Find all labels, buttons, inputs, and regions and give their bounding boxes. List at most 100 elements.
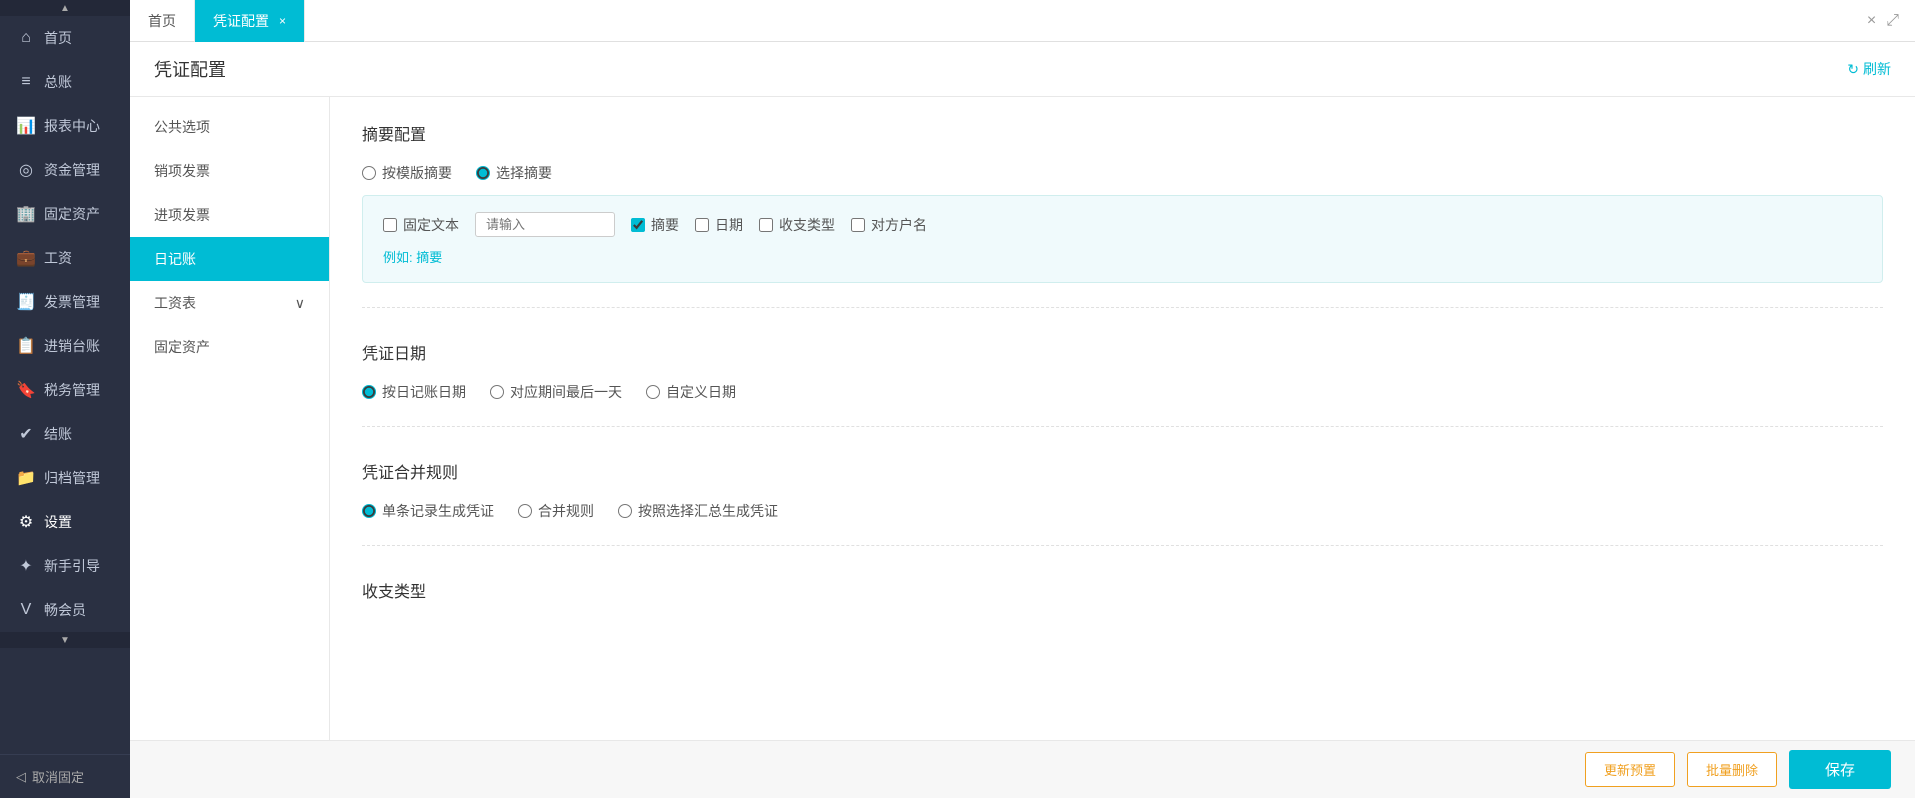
home-icon: ⌂ [16, 29, 36, 47]
merge-rule-input[interactable] [518, 504, 532, 518]
payroll-icon: 💼 [16, 248, 36, 268]
sidebar-item-ledger[interactable]: ≡ 总账 [0, 60, 130, 104]
select-total-input[interactable] [618, 504, 632, 518]
settings-icon: ⚙ [16, 512, 36, 532]
date-radio-custom[interactable]: 自定义日期 [646, 382, 736, 402]
custom-date-input[interactable] [646, 385, 660, 399]
merge-rule-radio-group: 单条记录生成凭证 合并规则 按照选择汇总生成凭证 [362, 501, 1883, 521]
sidebar-item-funds[interactable]: ◎ 资金管理 [0, 148, 130, 192]
summary-checkboxes-row: 固定文本 摘要 日期 [383, 212, 1862, 237]
sidebar-item-invoice[interactable]: 🧾 发票管理 [0, 280, 130, 324]
summary-radio-select[interactable]: 选择摘要 [476, 163, 552, 183]
sidebar-item-payroll[interactable]: 💼 工资 [0, 236, 130, 280]
funds-icon: ◎ [16, 160, 36, 180]
sidebar-item-purchase-sale[interactable]: 📋 进销台账 [0, 324, 130, 368]
sidebar-scroll-up[interactable]: ▲ [0, 0, 130, 16]
window-controls: × ⤢ [1867, 12, 1915, 30]
refresh-button[interactable]: ↻ 刷新 [1847, 59, 1891, 79]
guide-icon: ✦ [16, 556, 36, 576]
sidebar-item-vip[interactable]: V 畅会员 [0, 588, 130, 632]
merge-radio-rule[interactable]: 合并规则 [518, 501, 594, 521]
checkbox-counterparty[interactable]: 对方户名 [851, 215, 927, 235]
fixed-text-checkbox[interactable] [383, 218, 397, 232]
archive-icon: 📁 [16, 468, 36, 488]
checkbox-date[interactable]: 日期 [695, 215, 743, 235]
nav-journal[interactable]: 日记账 [130, 237, 329, 281]
voucher-date-section: 凭证日期 按日记账日期 对应期间最后一天 自定义日期 [362, 340, 1883, 427]
update-preview-button[interactable]: 更新预置 [1585, 752, 1675, 787]
nav-public[interactable]: 公共选项 [130, 105, 329, 149]
counterparty-checkbox[interactable] [851, 218, 865, 232]
chevron-down-icon: ∨ [295, 295, 305, 312]
nav-payroll-sheet[interactable]: 工资表 ∨ [130, 281, 329, 325]
batch-delete-button[interactable]: 批量删除 [1687, 752, 1777, 787]
sidebar-item-reports[interactable]: 📊 报表中心 [0, 104, 130, 148]
fixed-assets-icon: 🏢 [16, 204, 36, 224]
nav-fixed-assets[interactable]: 固定资产 [130, 325, 329, 369]
window-maximize-icon[interactable]: ⤢ [1886, 12, 1899, 30]
voucher-date-radio-group: 按日记账日期 对应期间最后一天 自定义日期 [362, 382, 1883, 402]
summary-section-title: 摘要配置 [362, 121, 1883, 145]
single-record-input[interactable] [362, 504, 376, 518]
nav-sales[interactable]: 销项发票 [130, 149, 329, 193]
close-account-icon: ✔ [16, 424, 36, 444]
tab-bar: 首页 凭证配置 × × ⤢ [130, 0, 1915, 42]
left-nav: 公共选项 销项发票 进项发票 日记账 工资表 ∨ 固定资产 [130, 97, 330, 740]
vip-icon: V [16, 601, 36, 619]
right-content: 摘要配置 按模版摘要 选择摘要 [330, 97, 1915, 740]
income-type-title: 收支类型 [362, 578, 1883, 602]
main-area: 首页 凭证配置 × × ⤢ 凭证配置 ↻ 刷新 公共选项 [130, 0, 1915, 798]
income-type-section: 收支类型 [362, 578, 1883, 644]
tax-icon: 🔖 [16, 380, 36, 400]
merge-rule-title: 凭证合并规则 [362, 459, 1883, 483]
summary-select-input[interactable] [476, 166, 490, 180]
content-area: 凭证配置 ↻ 刷新 公共选项 销项发票 进项发票 日记账 [130, 42, 1915, 798]
invoice-icon: 🧾 [16, 292, 36, 312]
page-header: 凭证配置 ↻ 刷新 [130, 42, 1915, 97]
sidebar-item-settings[interactable]: ⚙ 设置 [0, 500, 130, 544]
tab-close-icon[interactable]: × [279, 14, 286, 28]
window-close-icon[interactable]: × [1867, 12, 1876, 30]
date-radio-journal[interactable]: 按日记账日期 [362, 382, 466, 402]
sidebar: ▲ ⌂ 首页 ≡ 总账 📊 报表中心 ◎ 资金管理 🏢 固定资产 💼 工资 🧾 … [0, 0, 130, 798]
date-checkbox[interactable] [695, 218, 709, 232]
tab-home[interactable]: 首页 [130, 0, 195, 42]
summary-inner-box: 固定文本 摘要 日期 [362, 195, 1883, 283]
page-title: 凭证配置 [154, 56, 226, 82]
summary-config-section: 摘要配置 按模版摘要 选择摘要 [362, 121, 1883, 308]
date-radio-lastday[interactable]: 对应期间最后一天 [490, 382, 622, 402]
summary-example: 例如: 摘要 [383, 247, 1862, 266]
sidebar-scroll-down[interactable]: ▼ [0, 632, 130, 648]
summary-checkbox[interactable] [631, 218, 645, 232]
merge-rule-section: 凭证合并规则 单条记录生成凭证 合并规则 按照选择汇总生成凭证 [362, 459, 1883, 546]
summary-radio-template[interactable]: 按模版摘要 [362, 163, 452, 183]
checkbox-income-type[interactable]: 收支类型 [759, 215, 835, 235]
merge-radio-single[interactable]: 单条记录生成凭证 [362, 501, 494, 521]
merge-radio-total[interactable]: 按照选择汇总生成凭证 [618, 501, 778, 521]
checkbox-fixed-text[interactable]: 固定文本 [383, 215, 459, 235]
sidebar-item-guide[interactable]: ✦ 新手引导 [0, 544, 130, 588]
unfix-button[interactable]: ◁ 取消固定 [0, 754, 130, 798]
sidebar-item-close-account[interactable]: ✔ 结账 [0, 412, 130, 456]
fixed-text-input[interactable] [475, 212, 615, 237]
ledger-icon: ≡ [16, 73, 36, 91]
content-body: 公共选项 销项发票 进项发票 日记账 工资表 ∨ 固定资产 [130, 97, 1915, 740]
lastday-input[interactable] [490, 385, 504, 399]
sidebar-item-fixed-assets[interactable]: 🏢 固定资产 [0, 192, 130, 236]
reports-icon: 📊 [16, 116, 36, 136]
voucher-date-title: 凭证日期 [362, 340, 1883, 364]
sidebar-item-tax[interactable]: 🔖 税务管理 [0, 368, 130, 412]
bottom-bar: 更新预置 批量删除 保存 [130, 740, 1915, 798]
journal-date-input[interactable] [362, 385, 376, 399]
sidebar-item-home[interactable]: ⌂ 首页 [0, 16, 130, 60]
save-button[interactable]: 保存 [1789, 750, 1891, 789]
nav-purchase[interactable]: 进项发票 [130, 193, 329, 237]
pin-icon: ◁ [16, 769, 26, 785]
sidebar-item-archive[interactable]: 📁 归档管理 [0, 456, 130, 500]
income-type-checkbox[interactable] [759, 218, 773, 232]
summary-template-input[interactable] [362, 166, 376, 180]
checkbox-summary[interactable]: 摘要 [631, 215, 679, 235]
refresh-icon: ↻ [1847, 61, 1859, 78]
tab-voucher-config[interactable]: 凭证配置 × [195, 0, 305, 42]
summary-radio-group: 按模版摘要 选择摘要 [362, 163, 1883, 183]
